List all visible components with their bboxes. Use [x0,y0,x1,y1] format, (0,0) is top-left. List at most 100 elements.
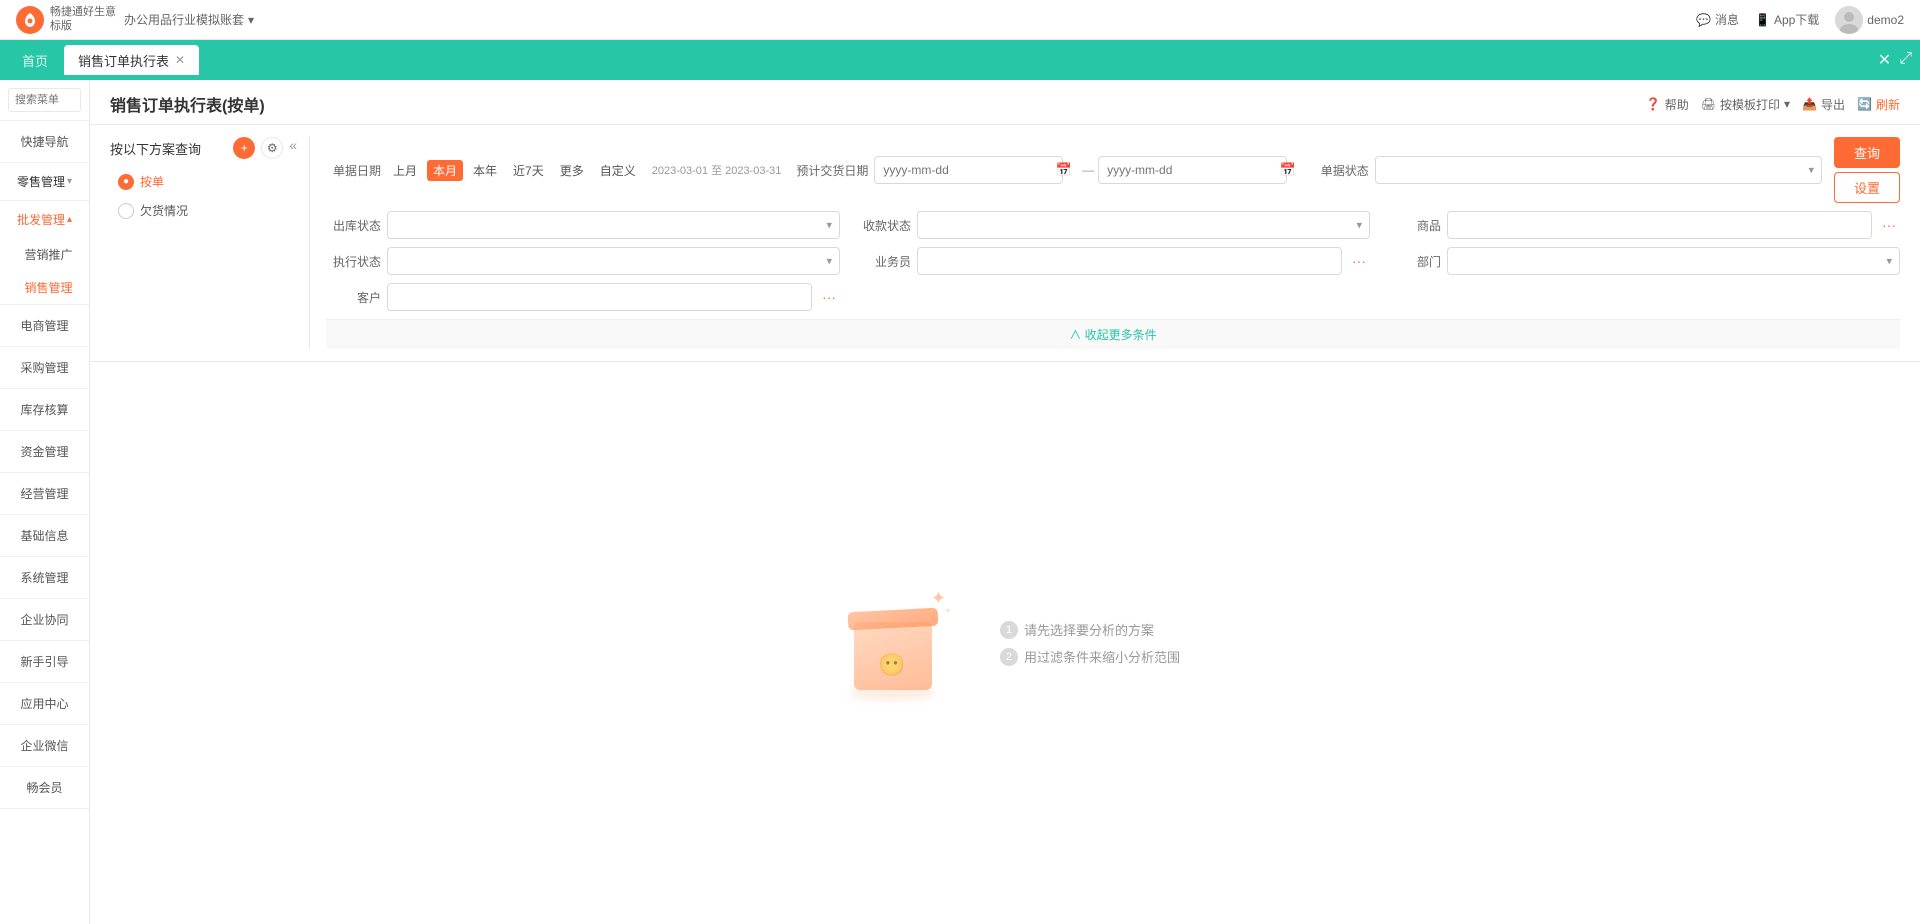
tab-expand-icon[interactable]: ⤢ [1899,50,1912,70]
field-department: 部门 [1386,247,1900,275]
empty-illustration: ✦ ✦ 😶 [830,578,960,708]
customer-dots-btn[interactable]: ··· [818,289,840,305]
content-area: 销售订单执行表(按单) ❓ 帮助 🖨 按模板打印 ▾ 📤 导出 🔄 刷新 [90,80,1920,924]
order-status-label: 单据状态 [1314,162,1369,179]
shortcut-custom[interactable]: 自定义 [594,160,642,181]
sidebar-item-retail[interactable]: 零售管理 ▾ [0,163,89,200]
top-header: 畅捷通好生意 标版 办公用品行业模拟账套 ▾ 💬 消息 📱 App下载 demo… [0,0,1920,40]
shortcut-last-7days[interactable]: 近7天 [507,160,550,181]
data-area: ✦ ✦ 😶 1 请先选择要分析的方案 2 用过滤条件来缩小分析范围 [90,362,1920,924]
tab-sales-order[interactable]: 销售订单执行表 ✕ [64,45,199,75]
empty-tip-2: 2 用过滤条件来缩小分析范围 [1000,647,1180,666]
sidebar-item-basic-info[interactable]: 基础信息 [0,515,89,557]
product-input[interactable] [1447,211,1872,239]
predicted-date-to-wrap: 📅 [1098,156,1302,184]
sidebar-group-wholesale: 批发管理 ▴ 营销推广 销售管理 [0,201,89,305]
tip-num-1: 1 [1000,621,1018,639]
shortcut-last-month[interactable]: 上月 [387,160,423,181]
salesperson-dots-btn[interactable]: ··· [1348,253,1370,269]
predicted-date-from[interactable] [874,156,1063,184]
payment-status-select[interactable] [917,211,1370,239]
sidebar-item-system[interactable]: 系统管理 [0,557,89,599]
field-payment-status: 收款状态 [856,211,1370,239]
sidebar: 快捷导航 零售管理 ▾ 批发管理 ▴ 营销推广 销售管理 电商管理 采购管理 库… [0,80,90,924]
tab-close-icon[interactable]: ✕ [175,53,185,67]
avatar [1835,6,1863,34]
shortcut-current-year[interactable]: 本年 [467,160,503,181]
shortcut-current-month[interactable]: 本月 [427,160,463,181]
breadcrumb-arrow: ▾ [248,13,254,27]
message-btn[interactable]: 💬 消息 [1696,11,1739,28]
sidebar-item-search[interactable] [0,80,89,121]
sidebar-item-purchase[interactable]: 采购管理 [0,347,89,389]
predicted-date-label: 预计交货日期 [793,162,868,179]
predicted-date-range: 📅 — 📅 [874,156,1301,184]
collapse-conditions-btn[interactable]: ∧ 收起更多条件 [326,319,1900,349]
calendar-from-icon: 📅 [1056,162,1072,178]
department-select[interactable] [1447,247,1900,275]
print-icon: 🖨 [1701,97,1716,111]
filter-row-3: 执行状态 业务员 ··· 部门 [326,247,1900,275]
add-scheme-btn[interactable]: + [233,137,255,159]
tab-bar: 首页 销售订单执行表 ✕ ✕ ⤢ [0,40,1920,80]
field-salesperson: 业务员 ··· [856,247,1370,275]
outbound-status-select[interactable] [387,211,840,239]
sidebar-item-newbie[interactable]: 新手引导 [0,641,89,683]
page-actions: ❓ 帮助 🖨 按模板打印 ▾ 📤 导出 🔄 刷新 [1646,96,1900,113]
export-btn[interactable]: 📤 导出 [1802,96,1845,113]
sidebar-item-quick-nav[interactable]: 快捷导航 [0,121,89,163]
customer-input[interactable] [387,283,812,311]
empty-tip-1: 1 请先选择要分析的方案 [1000,620,1180,639]
product-dots-btn[interactable]: ··· [1878,217,1900,233]
logo-icon [16,6,44,34]
print-arrow-icon: ▾ [1784,97,1790,111]
sidebar-item-ecommerce[interactable]: 电商管理 [0,305,89,347]
order-status-select[interactable] [1375,156,1822,184]
export-icon: 📤 [1802,97,1817,111]
help-btn[interactable]: ❓ 帮助 [1646,96,1689,113]
sidebar-item-enterprise[interactable]: 企业协同 [0,599,89,641]
sidebar-item-wechat[interactable]: 企业微信 [0,725,89,767]
salesperson-input[interactable] [917,247,1342,275]
sidebar-item-marketing[interactable]: 营销推广 [0,238,89,271]
header-left: 畅捷通好生意 标版 办公用品行业模拟账套 ▾ [16,6,254,34]
sidebar-search-input[interactable] [8,88,81,112]
query-button[interactable]: 查询 [1834,137,1900,168]
app-download-icon: 📱 [1755,13,1770,27]
sidebar-item-inventory[interactable]: 库存核算 [0,389,89,431]
sidebar-item-finance[interactable]: 资金管理 [0,431,89,473]
print-btn[interactable]: 🖨 按模板打印 ▾ [1701,96,1790,113]
sidebar-item-operations[interactable]: 经营管理 [0,473,89,515]
shortcut-more[interactable]: 更多 [554,160,590,181]
settings-button[interactable]: 设置 [1834,172,1900,203]
predicted-date-to[interactable] [1098,156,1287,184]
tip-num-2: 2 [1000,648,1018,666]
tab-home[interactable]: 首页 [8,45,62,75]
filter-row-4: 客户 ··· [326,283,1900,311]
sidebar-item-wholesale[interactable]: 批发管理 ▴ [0,201,89,238]
app-download-btn[interactable]: 📱 App下载 [1755,11,1819,28]
date-label: 单据日期 [326,162,381,179]
scheme-inactive-circle [118,203,134,219]
scheme-item-by-order[interactable]: ● 按单 [110,167,297,196]
sidebar-group-retail: 零售管理 ▾ [0,163,89,201]
exec-status-select[interactable] [387,247,840,275]
user-menu[interactable]: demo2 [1835,6,1904,34]
filter-scheme-panel: 按以下方案查询 + ⚙ « ● 按单 欠货情况 [110,137,310,349]
sidebar-item-sales-mgmt[interactable]: 销售管理 [0,271,89,304]
refresh-icon: 🔄 [1857,97,1872,111]
sidebar-item-member[interactable]: 畅会员 [0,767,89,809]
sidebar-item-app-center[interactable]: 应用中心 [0,683,89,725]
field-outbound-status: 出库状态 [326,211,840,239]
scheme-item-shortage[interactable]: 欠货情况 [110,196,297,225]
calendar-to-icon: 📅 [1280,162,1296,178]
breadcrumb[interactable]: 办公用品行业模拟账套 ▾ [124,11,254,28]
tab-actions: ✕ ⤢ [1878,50,1912,70]
refresh-btn[interactable]: 🔄 刷新 [1857,96,1900,113]
tab-close-all-icon[interactable]: ✕ [1878,50,1891,70]
field-product: 商品 ··· [1386,211,1900,239]
collapse-scheme-btn[interactable]: « [289,137,297,159]
date-range-hint: 2023-03-01 至 2023-03-31 [652,162,782,178]
order-status-select-wrap [1375,156,1822,184]
settings-scheme-btn[interactable]: ⚙ [261,137,283,159]
